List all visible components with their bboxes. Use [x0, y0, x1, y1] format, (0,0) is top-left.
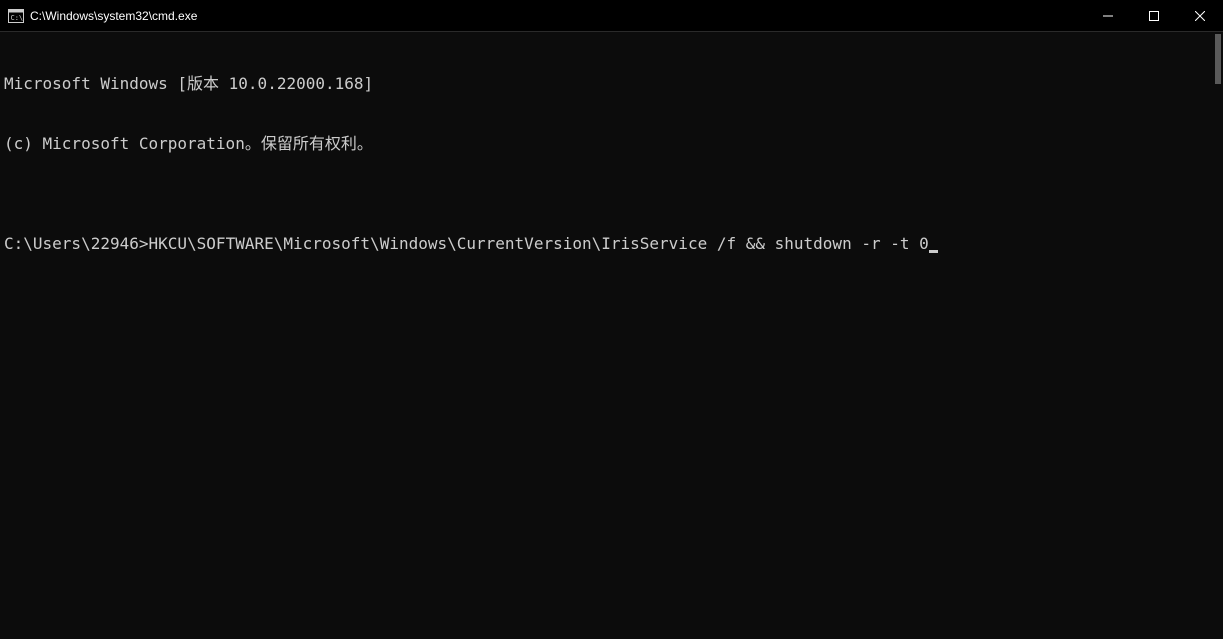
terminal-output[interactable]: Microsoft Windows [版本 10.0.22000.168] (c…	[0, 32, 1223, 639]
cmd-icon: C:\	[8, 8, 24, 24]
copyright-line: (c) Microsoft Corporation。保留所有权利。	[4, 134, 1219, 154]
svg-text:C:\: C:\	[11, 14, 24, 22]
window-title: C:\Windows\system32\cmd.exe	[30, 9, 197, 23]
close-button[interactable]	[1177, 0, 1223, 31]
command-text: HKCU\SOFTWARE\Microsoft\Windows\CurrentV…	[149, 234, 929, 253]
text-cursor	[929, 250, 938, 253]
vertical-scrollbar[interactable]	[1215, 34, 1221, 84]
command-prompt-line: C:\Users\22946>HKCU\SOFTWARE\Microsoft\W…	[4, 234, 1219, 254]
minimize-button[interactable]	[1085, 0, 1131, 31]
titlebar-buttons	[1085, 0, 1223, 31]
maximize-button[interactable]	[1131, 0, 1177, 31]
prompt-text: C:\Users\22946>	[4, 234, 149, 253]
version-line: Microsoft Windows [版本 10.0.22000.168]	[4, 74, 1219, 94]
window-titlebar: C:\ C:\Windows\system32\cmd.exe	[0, 0, 1223, 32]
titlebar-left: C:\ C:\Windows\system32\cmd.exe	[8, 8, 197, 24]
